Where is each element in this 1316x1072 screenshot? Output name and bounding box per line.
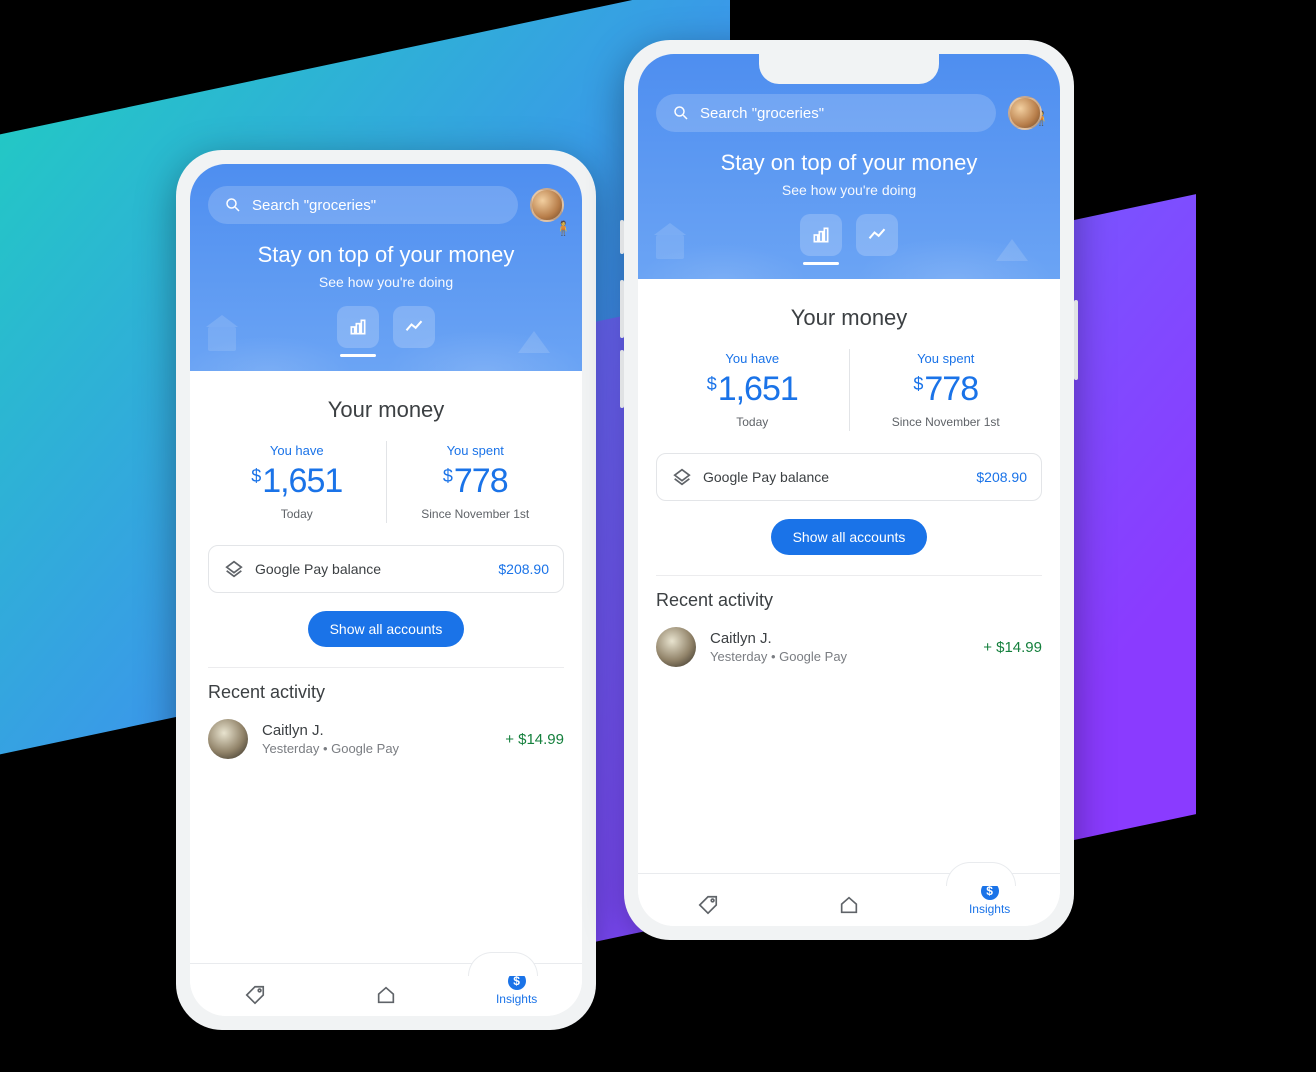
activity-meta: Yesterday • Google Pay [262,741,491,756]
divider [656,575,1042,576]
hero-title: Stay on top of your money [656,150,1042,176]
main-content: Your money You have $1,651 Today You spe… [190,371,582,963]
activity-name: Caitlyn J. [262,722,491,739]
search-icon [224,196,242,214]
google-pay-balance-card[interactable]: Google Pay balance $208.90 [208,545,564,593]
money-summary: You have $1,651 Today You spent $778 Sin… [208,441,564,523]
you-spent-when: Since November 1st [395,507,557,521]
nav-tab-home[interactable] [809,894,889,916]
profile-avatar[interactable] [530,188,564,222]
show-all-accounts-button[interactable]: Show all accounts [308,611,465,647]
nav-tab-insights[interactable]: $ Insights [950,882,1030,916]
you-spent-amount: $778 [858,370,1035,409]
you-have-label: You have [664,351,841,366]
tab-bar-chart[interactable] [800,214,842,256]
activity-row[interactable]: Caitlyn J. Yesterday • Google Pay + $14.… [656,627,1042,667]
you-have-col: You have $1,651 Today [656,349,849,431]
home-icon [838,894,860,916]
you-spent-label: You spent [395,443,557,458]
activity-amount: + $14.99 [983,639,1042,656]
bar-chart-icon [811,225,831,245]
divider [208,667,564,668]
activity-avatar [208,719,248,759]
activity-amount: + $14.99 [505,731,564,748]
bar-chart-icon [348,317,368,337]
activity-row[interactable]: Caitlyn J. Yesterday • Google Pay + $14.… [208,719,564,759]
you-have-amount: $1,651 [216,462,378,501]
search-icon [672,104,690,122]
phone-mockup-right: 🧍 Search "groceries" Stay on top of your… [624,40,1074,940]
recent-activity-heading: Recent activity [656,590,1042,611]
you-have-amount: $1,651 [664,370,841,409]
search-input[interactable]: Search "groceries" [656,94,996,132]
trend-line-icon [404,317,424,337]
you-spent-when: Since November 1st [858,415,1035,429]
hero-subtitle: See how you're doing [656,182,1042,198]
recent-activity-heading: Recent activity [208,682,564,703]
your-money-heading: Your money [656,305,1042,331]
nav-tab-offers[interactable] [668,894,748,916]
balance-name: Google Pay balance [255,561,381,577]
search-placeholder: Search "groceries" [252,197,376,214]
phone-notch [759,54,939,84]
tag-icon [697,894,719,916]
bottom-nav: $ Insights [638,873,1060,926]
activity-meta: Yesterday • Google Pay [710,649,969,664]
hero-section: 🧍 Search "groceries" Stay on top of your… [638,54,1060,279]
tab-trend-line[interactable] [393,306,435,348]
main-content: Your money You have $1,651 Today You spe… [638,279,1060,873]
search-placeholder: Search "groceries" [700,105,824,122]
hero-subtitle: See how you're doing [208,274,564,290]
home-icon [375,984,397,1006]
you-spent-col: You spent $778 Since November 1st [387,441,565,523]
you-spent-amount: $778 [395,462,557,501]
you-have-col: You have $1,651 Today [208,441,386,523]
you-have-when: Today [216,507,378,521]
profile-avatar[interactable] [1008,96,1042,130]
tab-underline [803,262,839,265]
tab-bar-chart[interactable] [337,306,379,348]
activity-name: Caitlyn J. [710,630,969,647]
you-spent-col: You spent $778 Since November 1st [850,349,1043,431]
nav-label-insights: Insights [496,992,537,1006]
search-input[interactable]: Search "groceries" [208,186,518,224]
your-money-heading: Your money [208,397,564,423]
you-have-label: You have [216,443,378,458]
show-all-accounts-button[interactable]: Show all accounts [771,519,928,555]
nav-tab-insights[interactable]: $ Insights [477,972,557,1006]
nav-tab-offers[interactable] [215,984,295,1006]
tab-trend-line[interactable] [856,214,898,256]
hero-section: 🧍 Search "groceries" Stay on top of your… [190,164,582,371]
balance-value: $208.90 [498,561,549,577]
hero-title: Stay on top of your money [208,242,564,268]
tag-icon [244,984,266,1006]
bottom-nav: $ Insights [190,963,582,1016]
phone-mockup-left: 🧍 Search "groceries" Stay on top of your… [176,150,596,1030]
you-spent-label: You spent [858,351,1035,366]
balance-value: $208.90 [976,469,1027,485]
google-pay-icon [223,558,245,580]
nav-tab-home[interactable] [346,984,426,1006]
money-summary: You have $1,651 Today You spent $778 Sin… [656,349,1042,431]
you-have-when: Today [664,415,841,429]
google-pay-icon [671,466,693,488]
nav-label-insights: Insights [969,902,1010,916]
google-pay-balance-card[interactable]: Google Pay balance $208.90 [656,453,1042,501]
trend-line-icon [867,225,887,245]
tab-underline [340,354,376,357]
balance-name: Google Pay balance [703,469,829,485]
activity-avatar [656,627,696,667]
